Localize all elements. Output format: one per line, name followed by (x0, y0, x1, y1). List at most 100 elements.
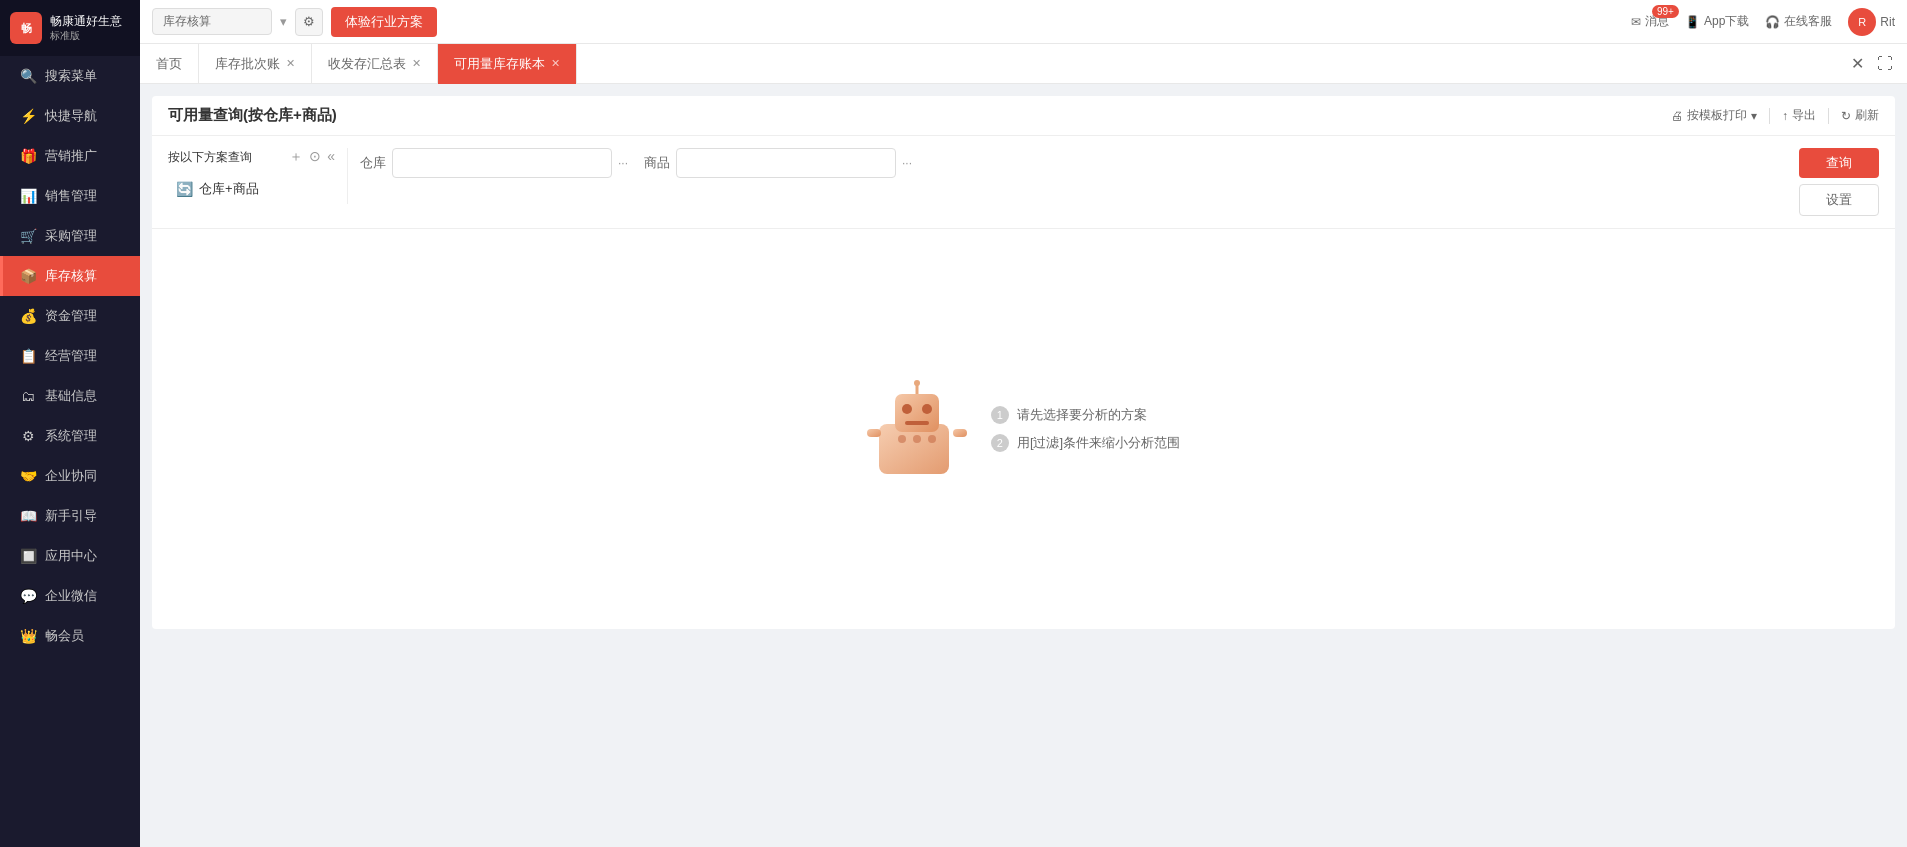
tab-home[interactable]: 首页 (140, 44, 199, 84)
sidebar-item-shortcut[interactable]: ⚡ 快捷导航 (0, 96, 140, 136)
sidebar-item-sales-mgmt[interactable]: 📊 销售管理 (0, 176, 140, 216)
message-icon: ✉ (1631, 15, 1641, 29)
export-btn[interactable]: ↑ 导出 (1782, 107, 1816, 124)
filter-row: 仓库 ··· 商品 ··· (360, 148, 1787, 178)
empty-tips: 1 请先选择要分析的方案 2 用[过滤]条件来缩小分析范围 (991, 406, 1180, 452)
divider (1769, 108, 1770, 124)
sidebar-label-enterprise: 企业协同 (45, 467, 97, 485)
query-section: 按以下方案查询 ＋ ⊙ « 🔄 仓库+商品 仓库 ··· (152, 136, 1895, 229)
app-icon: 📱 (1685, 15, 1700, 29)
sidebar-item-newbie[interactable]: 📖新手引导 (0, 496, 140, 536)
sidebar-item-purchase-mgmt[interactable]: 🛒 采购管理 (0, 216, 140, 256)
sidebar-icon-sys-mgmt: ⚙ (19, 428, 37, 444)
sidebar-label-sales-mgmt: 销售管理 (45, 187, 97, 205)
topbar-gear-btn[interactable]: ⚙ (295, 8, 323, 36)
sidebar-label-search: 搜索菜单 (45, 67, 97, 85)
filter-warehouse-label: 仓库 (360, 154, 386, 172)
tab-label-available-stock: 可用量库存账本 (454, 55, 545, 73)
scheme-settings-icon[interactable]: ⊙ (309, 148, 321, 166)
refresh-icon: ↻ (1841, 109, 1851, 123)
sidebar-item-marketing-promo[interactable]: 🎁营销推广 (0, 136, 140, 176)
scheme-add-icon[interactable]: ＋ (289, 148, 303, 166)
empty-state: 1 请先选择要分析的方案 2 用[过滤]条件来缩小分析范围 (152, 229, 1895, 629)
sidebar-icon-search: 🔍 (19, 68, 37, 84)
sidebar-icon-shortcut: ⚡ (19, 108, 37, 124)
sidebar-icon-wechat-biz: 💬 (19, 588, 37, 604)
sidebar-icon-basic-info: 🗂 (19, 388, 37, 404)
sidebar-icon-vip: 👑 (19, 628, 37, 644)
sidebar-logo: 畅 (10, 12, 42, 44)
refresh-btn[interactable]: ↻ 刷新 (1841, 107, 1879, 124)
topbar-app-download-btn[interactable]: 📱 App下载 (1685, 13, 1749, 30)
filter-goods-input[interactable] (676, 148, 896, 178)
tab-close-receipt-summary[interactable]: ✕ (412, 57, 421, 70)
topbar-left: 库存核算 ▾ ⚙ 体验行业方案 (152, 7, 1623, 37)
scheme-item-warehouse-goods[interactable]: 🔄 仓库+商品 (168, 174, 335, 204)
sidebar-icon-purchase-mgmt: 🛒 (19, 228, 37, 244)
filter-warehouse-input[interactable] (392, 148, 612, 178)
sidebar-label-shortcut: 快捷导航 (45, 107, 97, 125)
topbar-user-menu[interactable]: R Rit (1848, 8, 1895, 36)
query-setting-btn[interactable]: 设置 (1799, 184, 1879, 216)
sidebar-label-app-center: 应用中心 (45, 547, 97, 565)
sidebar-icon-enterprise: 🤝 (19, 468, 37, 484)
svg-rect-5 (867, 429, 881, 437)
svg-point-9 (928, 435, 936, 443)
sidebar-header: 畅 畅康通好生意 标准版 (0, 0, 140, 56)
query-submit-btn[interactable]: 查询 (1799, 148, 1879, 178)
empty-illustration (867, 379, 967, 479)
scheme-item-label: 仓库+商品 (199, 180, 259, 198)
print-dropdown-icon[interactable]: ▾ (1751, 109, 1757, 123)
tab-available-stock[interactable]: 可用量库存账本 ✕ (438, 44, 577, 84)
filter-goods-label: 商品 (644, 154, 670, 172)
tab-label-batch-account: 库存批次账 (215, 55, 280, 73)
sidebar-scroll: 🔍 搜索菜单 ⚡ 快捷导航 🎁营销推广 📊 销售管理 🛒 采购管理 📦库存核算💰资金管理📋经营管理… (0, 56, 140, 847)
sidebar-label-marketing-promo: 营销推广 (45, 147, 97, 165)
sidebar-item-business-mgmt[interactable]: 📋经营管理 (0, 336, 140, 376)
sidebar-item-sys-mgmt[interactable]: ⚙系统管理 (0, 416, 140, 456)
filter-goods-more-btn[interactable]: ··· (902, 156, 912, 170)
empty-state-content: 1 请先选择要分析的方案 2 用[过滤]条件来缩小分析范围 (867, 379, 1180, 479)
trial-industry-button[interactable]: 体验行业方案 (331, 7, 437, 37)
sidebar-item-basic-info[interactable]: 🗂 基础信息 (0, 376, 140, 416)
sidebar-icon-finance: 💰 (19, 308, 37, 324)
sidebar-label-purchase-mgmt: 采购管理 (45, 227, 97, 245)
tab-expand-btn[interactable]: ⛶ (1871, 50, 1899, 78)
tab-close-batch-account[interactable]: ✕ (286, 57, 295, 70)
tab-close-available-stock[interactable]: ✕ (551, 57, 560, 70)
sidebar-item-vip[interactable]: 👑畅会员 (0, 616, 140, 656)
sidebar-icon-app-center: 🔲 (19, 548, 37, 564)
sidebar-icon-business-mgmt: 📋 (19, 348, 37, 364)
tab-batch-account[interactable]: 库存批次账 ✕ (199, 44, 312, 84)
sidebar-item-wechat-biz[interactable]: 💬企业微信 (0, 576, 140, 616)
sidebar-item-search[interactable]: 🔍 搜索菜单 (0, 56, 140, 96)
scheme-item-icon: 🔄 (176, 181, 193, 197)
tab-close-all-btn[interactable]: ✕ (1843, 50, 1871, 78)
tip-num-1: 1 (991, 406, 1009, 424)
filter-warehouse-more-btn[interactable]: ··· (618, 156, 628, 170)
sidebar-item-inventory[interactable]: 📦库存核算 (0, 256, 140, 296)
svg-point-11 (914, 380, 920, 386)
svg-point-3 (922, 404, 932, 414)
sidebar-label-basic-info: 基础信息 (45, 387, 97, 405)
tab-receipt-summary[interactable]: 收发存汇总表✕ (312, 44, 438, 84)
topbar-message-btn[interactable]: ✉ 消息 99+ (1631, 13, 1669, 30)
sidebar-label-inventory: 库存核算 (45, 267, 97, 285)
topbar-online-service-btn[interactable]: 🎧 在线客服 (1765, 13, 1832, 30)
sidebar-label-newbie: 新手引导 (45, 507, 97, 525)
scheme-collapse-icon[interactable]: « (327, 148, 335, 166)
avatar: R (1848, 8, 1876, 36)
scheme-header: 按以下方案查询 ＋ ⊙ « (168, 148, 335, 166)
topbar-breadcrumb[interactable]: 库存核算 (152, 8, 272, 35)
scheme-panel: 按以下方案查询 ＋ ⊙ « 🔄 仓库+商品 (168, 148, 348, 204)
breadcrumb-dropdown-icon[interactable]: ▾ (280, 14, 287, 29)
filter-field-goods: 商品 ··· (644, 148, 912, 178)
print-template-btn[interactable]: 🖨 按模板打印 ▾ (1671, 107, 1757, 124)
sidebar-item-enterprise[interactable]: 🤝 企业协同 (0, 456, 140, 496)
sidebar-item-finance[interactable]: 💰资金管理 (0, 296, 140, 336)
sidebar-icon-sales-mgmt: 📊 (19, 188, 37, 204)
tab-label-home: 首页 (156, 55, 182, 73)
sidebar-item-app-center[interactable]: 🔲 应用中心 (0, 536, 140, 576)
sidebar-title: 畅康通好生意 标准版 (50, 14, 122, 43)
topbar: 库存核算 ▾ ⚙ 体验行业方案 ✉ 消息 99+ 📱 App下载 🎧 在线客服 … (140, 0, 1907, 44)
